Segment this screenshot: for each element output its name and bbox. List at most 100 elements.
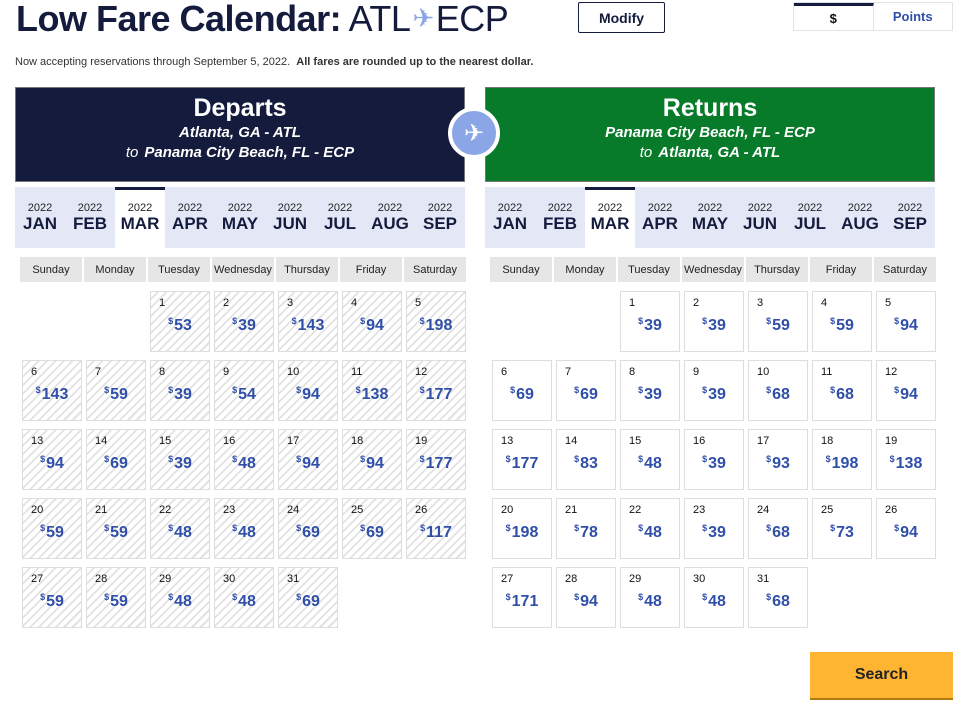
fare-cell[interactable]: 1 $53 [150, 291, 210, 352]
fare-cell[interactable]: 6 $69 [492, 360, 552, 421]
month-tab-aug[interactable]: 2022 AUG [835, 187, 885, 248]
fare-cell[interactable]: 31 $68 [748, 567, 808, 628]
fare-cell[interactable]: 13 $94 [22, 429, 82, 490]
fare-cell[interactable]: 14 $83 [556, 429, 616, 490]
day-number: 11 [351, 366, 363, 378]
fare-grid: 1 $53 2 $39 3 $143 4 $94 5 $198 6 $143 7 $59 8 $39 9 $54 1… [15, 291, 466, 628]
weekday-thursday: Thursday [276, 257, 338, 282]
fare-cell[interactable]: 13 $177 [492, 429, 552, 490]
day-number: 1 [629, 297, 636, 309]
fare-cell[interactable]: 4 $94 [342, 291, 402, 352]
fare-cell[interactable]: 15 $48 [620, 429, 680, 490]
month-tab-jul[interactable]: 2022 JUL [785, 187, 835, 248]
points-tab[interactable]: Points [874, 3, 953, 30]
fare-cell[interactable]: 11 $138 [342, 360, 402, 421]
fare-cell[interactable]: 30 $48 [214, 567, 274, 628]
fare-cell[interactable]: 25 $73 [812, 498, 872, 559]
month-tab-feb[interactable]: 2022 FEB [535, 187, 585, 248]
fare-cell[interactable]: 3 $59 [748, 291, 808, 352]
returns-header: Returns Panama City Beach, FL - ECP to At… [485, 87, 935, 182]
fare-cell[interactable]: 12 $94 [876, 360, 936, 421]
fare-cell[interactable]: 31 $69 [278, 567, 338, 628]
fare-cell[interactable]: 10 $68 [748, 360, 808, 421]
fare-cell[interactable]: 17 $93 [748, 429, 808, 490]
fare-cell[interactable]: 8 $39 [150, 360, 210, 421]
fare-cell[interactable]: 19 $177 [406, 429, 466, 490]
fare-price: $53 [168, 316, 192, 334]
fare-cell[interactable]: 11 $68 [812, 360, 872, 421]
fare-cell[interactable]: 4 $59 [812, 291, 872, 352]
swap-airplane-icon: ✈ [448, 107, 500, 159]
fare-cell[interactable]: 30 $48 [684, 567, 744, 628]
fare-cell[interactable]: 14 $69 [86, 429, 146, 490]
fare-cell[interactable]: 16 $39 [684, 429, 744, 490]
day-number: 26 [415, 504, 428, 516]
month-tab-mar[interactable]: 2022 MAR [585, 187, 635, 248]
fare-cell[interactable]: 17 $94 [278, 429, 338, 490]
fare-cell[interactable]: 26 $117 [406, 498, 466, 559]
month-year: 2022 [277, 202, 303, 214]
month-tab-may[interactable]: 2022 MAY [685, 187, 735, 248]
fare-cell[interactable]: 2 $39 [684, 291, 744, 352]
search-button[interactable]: Search [810, 652, 953, 700]
fare-cell[interactable]: 24 $69 [278, 498, 338, 559]
month-tab-feb[interactable]: 2022 FEB [65, 187, 115, 248]
fare-cell[interactable]: 2 $39 [214, 291, 274, 352]
fare-cell[interactable]: 7 $59 [86, 360, 146, 421]
fare-cell[interactable]: 23 $39 [684, 498, 744, 559]
day-number: 22 [159, 504, 172, 516]
fare-cell[interactable]: 5 $94 [876, 291, 936, 352]
month-tab-sep[interactable]: 2022 SEP [415, 187, 465, 248]
fare-cell[interactable]: 27 $171 [492, 567, 552, 628]
fare-cell[interactable]: 23 $48 [214, 498, 274, 559]
month-tab-apr[interactable]: 2022 APR [165, 187, 215, 248]
month-year: 2022 [797, 202, 823, 214]
month-tab-aug[interactable]: 2022 AUG [365, 187, 415, 248]
fare-cell[interactable]: 29 $48 [620, 567, 680, 628]
fare-cell[interactable]: 8 $39 [620, 360, 680, 421]
fare-cell[interactable]: 22 $48 [620, 498, 680, 559]
fare-cell[interactable]: 26 $94 [876, 498, 936, 559]
fare-cell[interactable]: 28 $94 [556, 567, 616, 628]
month-tab-jun[interactable]: 2022 JUN [735, 187, 785, 248]
fare-cell[interactable]: 9 $54 [214, 360, 274, 421]
fare-cell[interactable]: 6 $143 [22, 360, 82, 421]
fare-cell[interactable]: 5 $198 [406, 291, 466, 352]
modify-button[interactable]: Modify [578, 2, 665, 33]
fare-cell[interactable]: 21 $78 [556, 498, 616, 559]
fare-cell[interactable]: 22 $48 [150, 498, 210, 559]
fare-cell[interactable]: 1 $39 [620, 291, 680, 352]
month-tab-jan[interactable]: 2022 JAN [485, 187, 535, 248]
month-tab-sep[interactable]: 2022 SEP [885, 187, 935, 248]
fare-cell[interactable]: 12 $177 [406, 360, 466, 421]
fare-cell[interactable]: 20 $198 [492, 498, 552, 559]
month-year: 2022 [647, 202, 673, 214]
fare-cell[interactable]: 16 $48 [214, 429, 274, 490]
fare-cell[interactable]: 3 $143 [278, 291, 338, 352]
fare-cell[interactable]: 18 $198 [812, 429, 872, 490]
fare-cell[interactable]: 18 $94 [342, 429, 402, 490]
fare-cell[interactable]: 27 $59 [22, 567, 82, 628]
fare-cell[interactable]: 25 $69 [342, 498, 402, 559]
fare-cell[interactable]: 20 $59 [22, 498, 82, 559]
fare-cell[interactable]: 28 $59 [86, 567, 146, 628]
fare-cell[interactable]: 10 $94 [278, 360, 338, 421]
currency-symbol: $ [232, 385, 238, 395]
fare-cell[interactable]: 15 $39 [150, 429, 210, 490]
fare-price: $94 [894, 385, 918, 403]
fare-cell[interactable]: 19 $138 [876, 429, 936, 490]
month-tab-apr[interactable]: 2022 APR [635, 187, 685, 248]
day-number: 10 [757, 366, 770, 378]
dollars-tab[interactable]: $ [794, 3, 874, 30]
month-tab-jan[interactable]: 2022 JAN [15, 187, 65, 248]
fare-cell[interactable]: 7 $69 [556, 360, 616, 421]
fare-cell[interactable]: 29 $48 [150, 567, 210, 628]
month-tab-mar[interactable]: 2022 MAR [115, 187, 165, 248]
fare-cell[interactable]: 9 $39 [684, 360, 744, 421]
month-tab-jul[interactable]: 2022 JUL [315, 187, 365, 248]
month-tab-may[interactable]: 2022 MAY [215, 187, 265, 248]
currency-symbol: $ [296, 523, 302, 533]
month-tab-jun[interactable]: 2022 JUN [265, 187, 315, 248]
fare-cell[interactable]: 21 $59 [86, 498, 146, 559]
fare-cell[interactable]: 24 $68 [748, 498, 808, 559]
